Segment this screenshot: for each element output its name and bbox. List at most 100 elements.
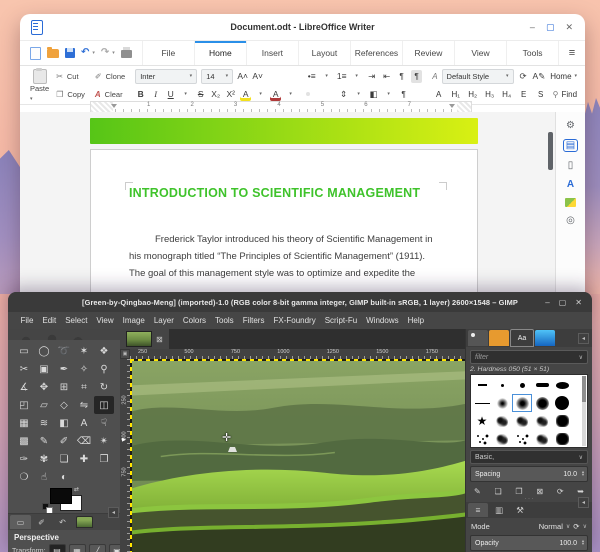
move-tool[interactable]: ✥ xyxy=(34,378,54,396)
highlight-color-button[interactable]: A xyxy=(240,88,251,101)
open-brush-as-image-button[interactable]: ➥ xyxy=(577,487,584,496)
scale-tool[interactable]: ◰ xyxy=(14,396,34,414)
menu-help[interactable]: Help xyxy=(403,316,428,325)
sidebar-navigator-icon[interactable]: ◎ xyxy=(566,215,575,226)
indent-marker-left[interactable] xyxy=(111,104,117,108)
heading3-style-button[interactable]: H₃ xyxy=(483,90,496,99)
bullet-list-dropdown[interactable]: ▾ xyxy=(321,70,332,83)
font-size-select[interactable]: 14▾ xyxy=(201,69,233,84)
brush-item[interactable] xyxy=(532,394,552,412)
shear-tool[interactable]: ▱ xyxy=(34,396,54,414)
align-center-button[interactable] xyxy=(314,92,318,96)
image-tab-close-icon[interactable]: ⊠ xyxy=(156,335,163,344)
dock-resize-handle[interactable]: · · · xyxy=(466,497,592,501)
refresh-brushes-button[interactable]: ⟳ xyxy=(557,487,564,496)
menu-image[interactable]: Image xyxy=(118,316,149,325)
menu-edit[interactable]: Edit xyxy=(38,316,61,325)
undo-dropdown[interactable]: ▾ xyxy=(92,51,95,56)
writer-close-button[interactable]: ✕ xyxy=(565,22,573,33)
menu-windows[interactable]: Windows xyxy=(362,316,403,325)
device-status-tab[interactable]: ✐ xyxy=(31,515,52,529)
select-by-color-tool[interactable]: ❖ xyxy=(94,342,114,360)
sidebar-gallery-icon[interactable] xyxy=(565,198,576,207)
gimp-titlebar[interactable]: [Green-by-Qingbao-Meng] (imported)-1.0 (… xyxy=(8,292,592,312)
foreground-color-swatch[interactable] xyxy=(50,488,72,504)
text-tool[interactable]: A xyxy=(74,414,94,432)
spacing-slider[interactable]: Spacing 10.0 ▴▾ xyxy=(470,466,588,482)
brush-filter-input[interactable]: filter ∨ xyxy=(470,350,588,364)
bold-button[interactable]: B xyxy=(135,88,146,101)
copy-button[interactable]: ❐Copy xyxy=(56,86,85,102)
strong-style-button[interactable]: S xyxy=(534,90,547,99)
writer-restore-button[interactable]: ▢ xyxy=(546,22,555,33)
brush-item[interactable]: ★ xyxy=(472,412,492,430)
clear-formatting-button[interactable]: AClear xyxy=(95,86,125,102)
brush-item[interactable] xyxy=(532,430,552,448)
mode-chevron-icon[interactable]: ∨ xyxy=(566,523,570,530)
find-button[interactable]: ⚲Find xyxy=(550,86,577,102)
blur-sharpen-tool[interactable]: ❍ xyxy=(14,468,34,486)
redo-dropdown[interactable]: ▾ xyxy=(112,51,115,56)
sidebar-settings-icon[interactable]: ⚙ xyxy=(566,120,575,131)
paragraph-button[interactable]: ¶ xyxy=(396,70,407,83)
image-tab[interactable]: ⊠ xyxy=(120,329,169,349)
brush-item[interactable] xyxy=(552,394,572,412)
decrease-indent-button[interactable]: ⇤ xyxy=(381,70,392,83)
menu-script-fu[interactable]: Script-Fu xyxy=(320,316,361,325)
rectangle-select-tool[interactable]: ▭ xyxy=(14,342,34,360)
brush-item[interactable] xyxy=(492,430,512,448)
dodge-burn-tool[interactable]: ◐ xyxy=(54,468,74,486)
tab-home[interactable]: Home xyxy=(194,41,246,65)
undo-history-tab[interactable]: ↶ xyxy=(52,515,73,529)
swap-colors-button[interactable]: ⇄ xyxy=(74,486,79,493)
brush-item[interactable] xyxy=(532,376,552,394)
new-document-button[interactable] xyxy=(30,47,41,60)
tab-references[interactable]: References xyxy=(350,41,402,65)
gradients-tab[interactable] xyxy=(535,330,555,346)
update-style-button[interactable]: ⟳ xyxy=(518,70,529,83)
heading2-style-button[interactable]: H₂ xyxy=(466,90,479,99)
ruler-corner-button[interactable]: ▣ xyxy=(120,349,130,359)
increase-font-size-button[interactable]: A˄ xyxy=(237,70,248,83)
heading1-style-button[interactable]: H₁ xyxy=(449,90,462,99)
menu-colors[interactable]: Colors xyxy=(178,316,210,325)
heal-tool[interactable]: ✚ xyxy=(74,450,94,468)
indent-marker-right[interactable] xyxy=(449,104,455,108)
brushes-tab[interactable] xyxy=(468,330,488,346)
pencil-tool[interactable]: ✎ xyxy=(34,432,54,450)
font-color-dropdown[interactable]: ▾ xyxy=(285,88,296,101)
brush-item[interactable] xyxy=(472,430,492,448)
brush-item[interactable] xyxy=(532,412,552,430)
seamless-clone-tool[interactable]: ☟ xyxy=(94,414,114,432)
document-page[interactable]: INTRODUCTION TO SCIENTIFIC MANAGEMENT Fr… xyxy=(90,149,478,296)
tab-tools[interactable]: Tools xyxy=(506,41,558,65)
tool-options-tab[interactable]: ▭ xyxy=(10,515,31,529)
brush-item[interactable] xyxy=(552,376,572,394)
default-character-style-button[interactable]: A xyxy=(432,90,445,99)
menu-file[interactable]: File xyxy=(16,316,38,325)
cut-button[interactable]: ✂Cut xyxy=(56,68,85,84)
fonts-tab[interactable]: Aa xyxy=(510,329,534,347)
line-spacing-button[interactable]: ⇕ xyxy=(338,88,349,101)
underline-dropdown[interactable]: ▾ xyxy=(180,88,191,101)
handle-transform-tool[interactable]: ◇ xyxy=(54,396,74,414)
superscript-button[interactable]: X² xyxy=(225,88,236,101)
menu-layer[interactable]: Layer xyxy=(149,316,178,325)
edit-style-button[interactable]: A✎ xyxy=(533,70,546,83)
edit-brush-button[interactable]: ✎ xyxy=(474,487,481,496)
brush-item[interactable] xyxy=(512,430,532,448)
line-spacing-dropdown[interactable]: ▾ xyxy=(353,88,364,101)
opacity-slider[interactable]: Opacity 100.0 ▴▾ xyxy=(470,535,588,551)
writer-vertical-scrollbar[interactable] xyxy=(548,132,553,170)
mypaint-brush-tool[interactable]: ✾ xyxy=(34,450,54,468)
layers-dock-menu-button[interactable]: ◂ xyxy=(578,497,589,508)
canvas-image[interactable]: ✛ xyxy=(130,359,466,552)
align-justify-button[interactable] xyxy=(330,92,334,96)
formatting-marks-toggle[interactable]: ¶ xyxy=(411,70,422,83)
clone-tool[interactable]: ❏ xyxy=(54,450,74,468)
gimp-minimize-button[interactable]: – xyxy=(545,298,549,307)
paths-tab[interactable]: ⚒ xyxy=(510,503,530,517)
tab-insert[interactable]: Insert xyxy=(246,41,298,65)
brush-hardness-050[interactable] xyxy=(512,394,532,412)
align-left-button[interactable] xyxy=(306,92,310,96)
